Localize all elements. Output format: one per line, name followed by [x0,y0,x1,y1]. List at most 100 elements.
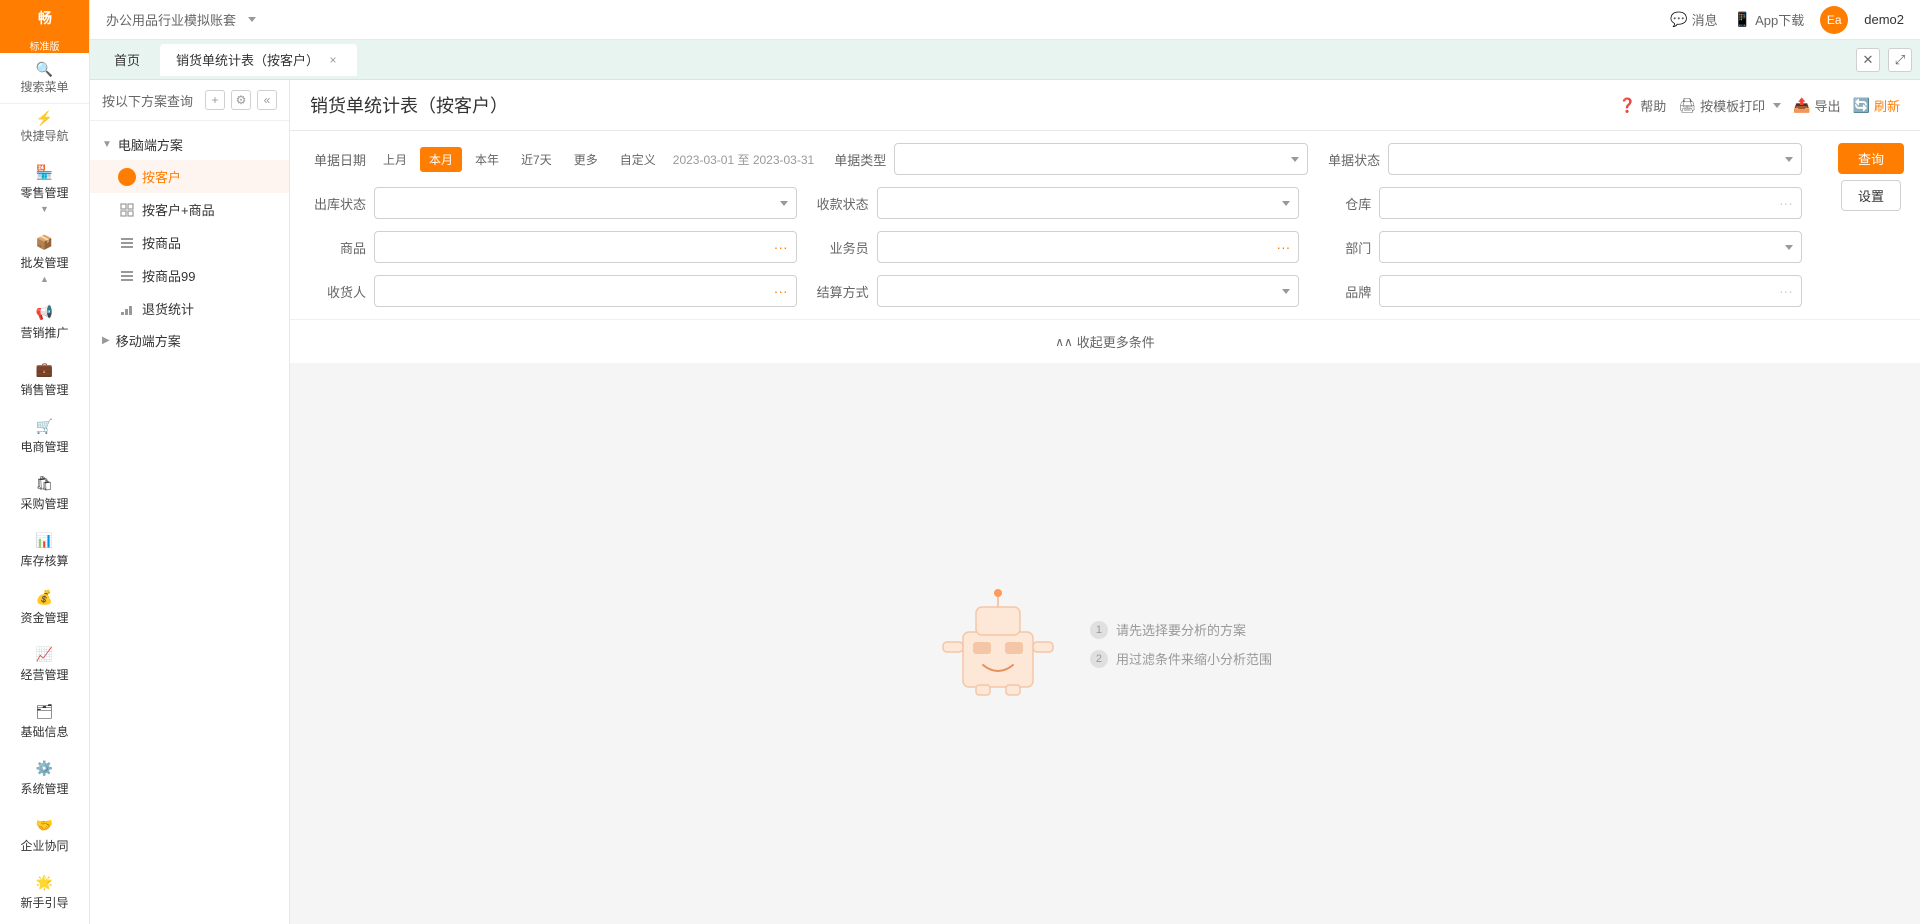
settlement-select[interactable] [877,275,1300,307]
search-menu-btn[interactable]: 🔍 搜索菜单 [0,53,90,104]
doc-status-chevron [1785,157,1793,162]
date-filter-options: 上月 本月 本年 近7天 更多 自定义 [374,147,665,172]
filter-salesperson-field: 业务员 ··· [813,231,1300,263]
tip-label-1: 请先选择要分析的方案 [1116,620,1246,639]
sidebar-item-inventory[interactable]: 📊 库存核算 [0,522,90,579]
scheme-item-by-goods-99[interactable]: 按商品99 [90,259,289,292]
scheme-item-by-goods[interactable]: 按商品 [90,226,289,259]
scheme-group-desktop: ▼ 电脑端方案 客 按客户 按客户+商品 [90,129,289,325]
nav-label: 快捷导航 [0,127,90,144]
filter-out-status-field: 出库状态 [310,187,797,219]
tab-close-all-btn[interactable]: ✕ [1856,48,1880,72]
brand-select[interactable]: ··· [1379,275,1802,307]
empty-tip-2: 2 用过滤条件来缩小分析范围 [1090,649,1272,668]
logo-subtext: 标准版 [30,38,60,53]
empty-tip-1: 1 请先选择要分析的方案 [1090,620,1272,639]
quick-nav-btn[interactable]: ⚡ 快捷导航 [0,104,90,150]
avatar[interactable]: Ea [1820,6,1848,34]
date-custom-btn[interactable]: 自定义 [611,147,665,172]
tab-close-btn[interactable]: × [325,52,341,68]
salesperson-select[interactable]: ··· [877,231,1300,263]
collapse-row: ∧∧ 收起更多条件 [290,319,1920,363]
tab-active-label: 销货单统计表（按客户） [176,50,319,69]
sidebar-item-purchase[interactable]: 🛍 采购管理 [0,465,90,522]
goods-ellipsis[interactable]: ··· [774,239,788,255]
date-last-7days-btn[interactable]: 近7天 [512,147,561,172]
sidebar-item-basic[interactable]: 🗂 基础信息 [0,693,90,750]
empty-state-content: 1 请先选择要分析的方案 2 用过滤条件来缩小分析范围 [938,587,1272,700]
refresh-btn[interactable]: 🔄 刷新 [1853,96,1900,115]
warehouse-ellipsis[interactable]: ··· [1779,195,1793,211]
scheme-group-header-desktop[interactable]: ▼ 电脑端方案 [90,129,289,160]
scheme-item-icon-customer-goods [118,201,136,219]
tab-restore-btn[interactable]: ⤢ [1888,48,1912,72]
scheme-group-label-desktop: 电脑端方案 [118,135,183,154]
message-label: 消息 [1692,10,1718,29]
filter-fields: 单据日期 上月 本月 本年 近7天 更多 自定义 2023-03-01 至 20… [290,131,1822,319]
sidebar-item-wholesale[interactable]: 📦 批发管理 ▲ [0,224,90,294]
date-this-year-btn[interactable]: 本年 [466,147,508,172]
scheme-group-label-mobile: 移动端方案 [116,331,181,350]
sidebar-item-operations[interactable]: 📈 经营管理 [0,636,90,693]
settlement-chevron [1282,289,1290,294]
sidebar-item-enterprise[interactable]: 🤝 企业协同 [0,807,90,864]
goods-label: 商品 [310,238,366,257]
sidebar-item-newbie[interactable]: 🌟 新手引导 [0,864,90,921]
goods-select[interactable]: ··· [374,231,797,263]
export-btn[interactable]: 📤 导出 [1793,96,1840,115]
brand-ellipsis[interactable]: ··· [1779,283,1793,299]
scheme-panel-title: 按以下方案查询 [102,91,193,110]
consignee-ellipsis[interactable]: ··· [774,283,788,299]
out-status-select[interactable] [374,187,797,219]
scheme-item-by-customer-goods[interactable]: 按客户+商品 [90,193,289,226]
industry-label: 办公用品行业模拟账套 [106,10,236,29]
export-label: 导出 [1815,96,1841,115]
tab-active[interactable]: 销货单统计表（按客户） × [160,44,357,76]
scheme-item-label-by-goods: 按商品 [142,233,181,252]
sidebar-label-enterprise: 企业协同 [20,837,68,854]
search-label: 搜索菜单 [0,78,90,95]
doc-status-select[interactable] [1388,143,1802,175]
out-status-label: 出库状态 [310,194,366,213]
scheme-item-label-by-customer: 按客户 [142,167,181,186]
warehouse-select[interactable]: ··· [1379,187,1802,219]
help-btn[interactable]: ❓ 帮助 [1619,96,1666,115]
print-btn[interactable]: 🖨 按模板打印 [1678,96,1781,115]
scheme-collapse-btn[interactable]: « [257,90,277,110]
scheme-panel-header: 按以下方案查询 + ⚙ « [90,80,289,121]
scheme-item-return-stats[interactable]: 退货统计 [90,292,289,325]
date-label: 单据日期 [310,150,366,169]
salesperson-ellipsis[interactable]: ··· [1276,239,1290,255]
doc-type-label: 单据类型 [830,150,886,169]
collect-status-select[interactable] [877,187,1300,219]
sidebar-item-sales[interactable]: 💼 销售管理 [0,351,90,408]
date-more-btn[interactable]: 更多 [565,147,607,172]
sidebar-item-marketing[interactable]: 📢 营销推广 [0,294,90,351]
doc-status-label: 单据状态 [1324,150,1380,169]
department-select[interactable] [1379,231,1802,263]
sidebar-item-finance[interactable]: 💰 资金管理 [0,579,90,636]
filter-goods-field: 商品 ··· [310,231,797,263]
scheme-group-header-mobile[interactable]: ▶ 移动端方案 [90,325,289,356]
app-download-btn[interactable]: 📱 App下载 [1734,10,1805,29]
settings-btn[interactable]: 设置 [1841,180,1901,211]
date-this-month-btn[interactable]: 本月 [420,147,462,172]
filter-brand-field: 品牌 ··· [1315,275,1802,307]
filter-row-1: 单据日期 上月 本月 本年 近7天 更多 自定义 2023-03-01 至 20… [310,143,1802,175]
sidebar: 畅 标准版 🔍 搜索菜单 ⚡ 快捷导航 🏪 零售管理 ▼ 📦 批发管理 ▲ 📢 … [0,0,90,924]
collapse-btn[interactable]: ∧∧ 收起更多条件 [1039,328,1171,355]
sidebar-item-retail[interactable]: 🏪 零售管理 ▼ [0,154,90,224]
sidebar-item-ecommerce[interactable]: 🛒 电商管理 [0,408,90,465]
consignee-select[interactable]: ··· [374,275,797,307]
sidebar-item-system[interactable]: ⚙️ 系统管理 [0,750,90,807]
doc-type-select[interactable] [894,143,1308,175]
scheme-item-by-customer[interactable]: 客 按客户 [90,160,289,193]
message-btn[interactable]: 💬 消息 [1670,10,1717,29]
tab-home[interactable]: 首页 [98,44,156,76]
doc-type-chevron [1291,157,1299,162]
scheme-add-btn[interactable]: + [205,90,225,110]
sidebar-label-inventory: 库存核算 [20,552,68,569]
scheme-settings-btn[interactable]: ⚙ [231,90,251,110]
query-btn[interactable]: 查询 [1838,143,1904,174]
date-last-month-btn[interactable]: 上月 [374,147,416,172]
